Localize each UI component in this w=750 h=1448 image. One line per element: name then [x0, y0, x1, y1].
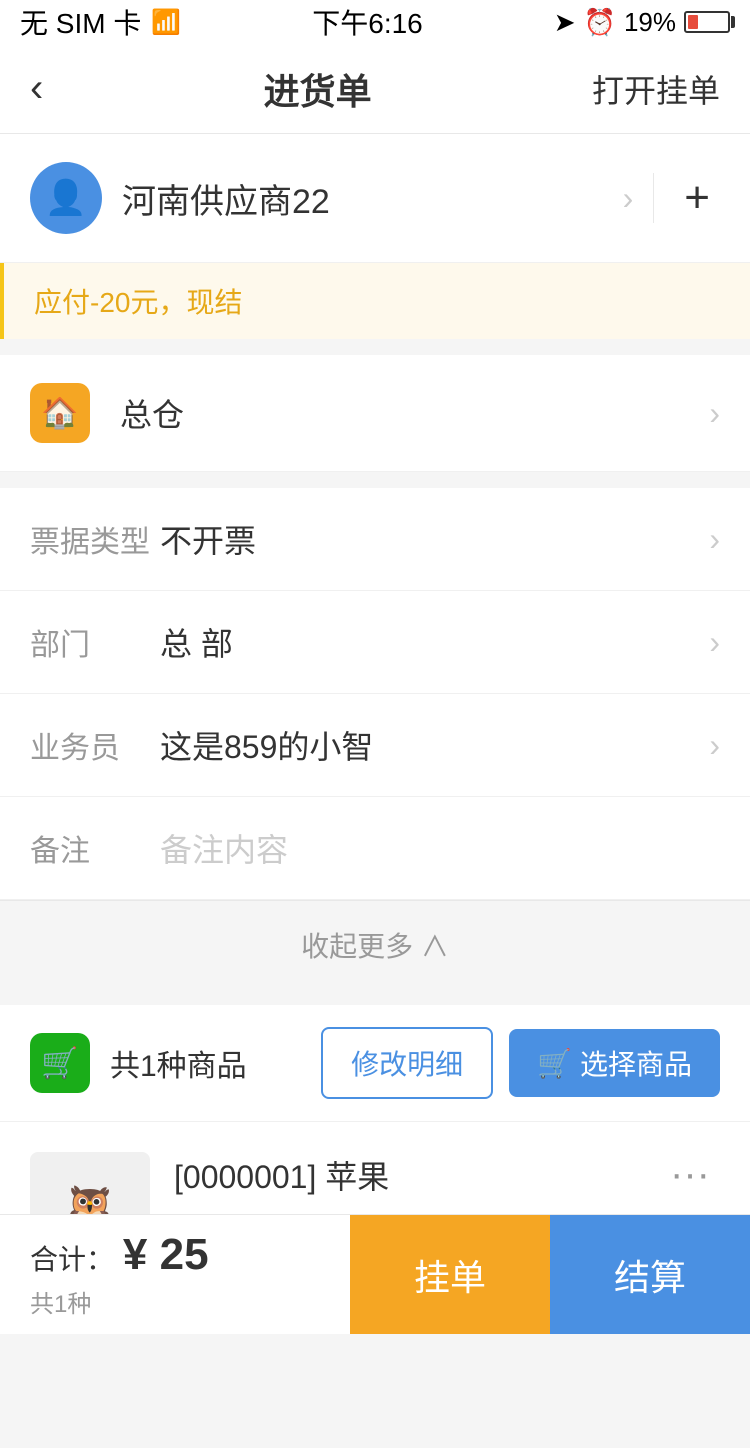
products-icon: 🛒	[30, 1033, 90, 1093]
open-hang-button[interactable]: 打开挂单	[592, 66, 720, 112]
remark-placeholder: 备注内容	[150, 825, 720, 871]
invoice-type-label: 票据类型	[30, 517, 150, 561]
add-supplier-button[interactable]: +	[674, 173, 720, 223]
invoice-type-value: 不开票	[150, 516, 699, 562]
alarm-icon: ⏰	[584, 7, 616, 38]
notice-bar: 应付-20元，现结	[0, 263, 750, 339]
department-value: 总 部	[150, 619, 699, 665]
salesperson-chevron-icon: ›	[709, 727, 720, 764]
supplier-row[interactable]: 👤 河南供应商22 › +	[0, 134, 750, 263]
warehouse-name: 总仓	[110, 390, 699, 436]
total-section: 合计： ¥ 25 共1种	[0, 1215, 350, 1334]
warehouse-section: 🏠 总仓 ›	[0, 355, 750, 472]
remark-label: 备注	[30, 826, 150, 870]
department-row[interactable]: 部门 总 部 ›	[0, 591, 750, 694]
location-icon: ➤	[554, 7, 576, 38]
product-name: [0000001] 苹果	[174, 1152, 660, 1198]
status-bar: 无 SIM 卡 📶 下午6:16 ➤ ⏰ 19%	[0, 0, 750, 44]
salesperson-value: 这是859的小智	[150, 722, 699, 768]
product-more-button[interactable]: ···	[660, 1152, 720, 1197]
status-left: 无 SIM 卡 📶	[20, 2, 181, 42]
page-title: 进货单	[264, 63, 372, 115]
product-id: [0000001] 苹果	[174, 1159, 389, 1195]
carrier-text: 无 SIM 卡	[20, 2, 141, 42]
edit-detail-button[interactable]: 修改明细	[321, 1027, 493, 1099]
invoice-type-row[interactable]: 票据类型 不开票 ›	[0, 488, 750, 591]
supplier-avatar: 👤	[30, 162, 102, 234]
total-row: 合计： ¥ 25	[30, 1230, 320, 1280]
salesperson-row[interactable]: 业务员 这是859的小智 ›	[0, 694, 750, 797]
settle-label: 结算	[614, 1249, 686, 1301]
department-chevron-icon: ›	[709, 624, 720, 661]
cart-icon: 🛒	[537, 1047, 572, 1080]
status-right: ➤ ⏰ 19%	[554, 7, 730, 38]
nav-bar: ‹ 进货单 打开挂单	[0, 44, 750, 134]
invoice-type-chevron-icon: ›	[709, 521, 720, 558]
supplier-chevron-icon: ›	[623, 180, 634, 217]
collapse-text: 收起更多 ∧	[301, 931, 449, 962]
form-section: 票据类型 不开票 › 部门 总 部 › 业务员 这是859的小智 › 备注 备注…	[0, 488, 750, 989]
total-amount: ¥ 25	[123, 1230, 209, 1279]
department-label: 部门	[30, 620, 150, 664]
notice-text: 应付-20元，现结	[34, 287, 242, 318]
collapse-button[interactable]: 收起更多 ∧	[0, 900, 750, 989]
hang-label: 挂单	[414, 1249, 486, 1301]
warehouse-icon: 🏠	[30, 383, 90, 443]
select-product-button[interactable]: 🛒 选择商品	[509, 1029, 720, 1097]
products-header: 🛒 共1种商品 修改明细 🛒 选择商品	[0, 1005, 750, 1122]
hang-button[interactable]: 挂单	[350, 1215, 550, 1334]
bottom-bar: 合计： ¥ 25 共1种 挂单 结算	[0, 1214, 750, 1334]
total-sub: 共1种	[30, 1284, 320, 1319]
vertical-divider	[653, 173, 654, 223]
salesperson-label: 业务员	[30, 723, 150, 767]
supplier-section: 👤 河南供应商22 › + 应付-20元，现结	[0, 134, 750, 339]
warehouse-chevron-icon: ›	[709, 395, 720, 432]
battery-icon	[684, 11, 730, 33]
back-button[interactable]: ‹	[30, 66, 43, 111]
time-text: 下午6:16	[312, 2, 423, 42]
remark-row[interactable]: 备注 备注内容	[0, 797, 750, 900]
select-product-label: 选择商品	[580, 1043, 692, 1083]
products-count: 共1种商品	[110, 1041, 321, 1085]
settle-button[interactable]: 结算	[550, 1215, 750, 1334]
warehouse-row[interactable]: 🏠 总仓 ›	[0, 355, 750, 472]
battery-percent: 19%	[624, 7, 676, 38]
avatar-icon: 👤	[45, 178, 87, 218]
total-label: 合计：	[30, 1244, 114, 1275]
supplier-name: 河南供应商22	[122, 174, 613, 223]
wifi-icon: 📶	[151, 8, 181, 37]
